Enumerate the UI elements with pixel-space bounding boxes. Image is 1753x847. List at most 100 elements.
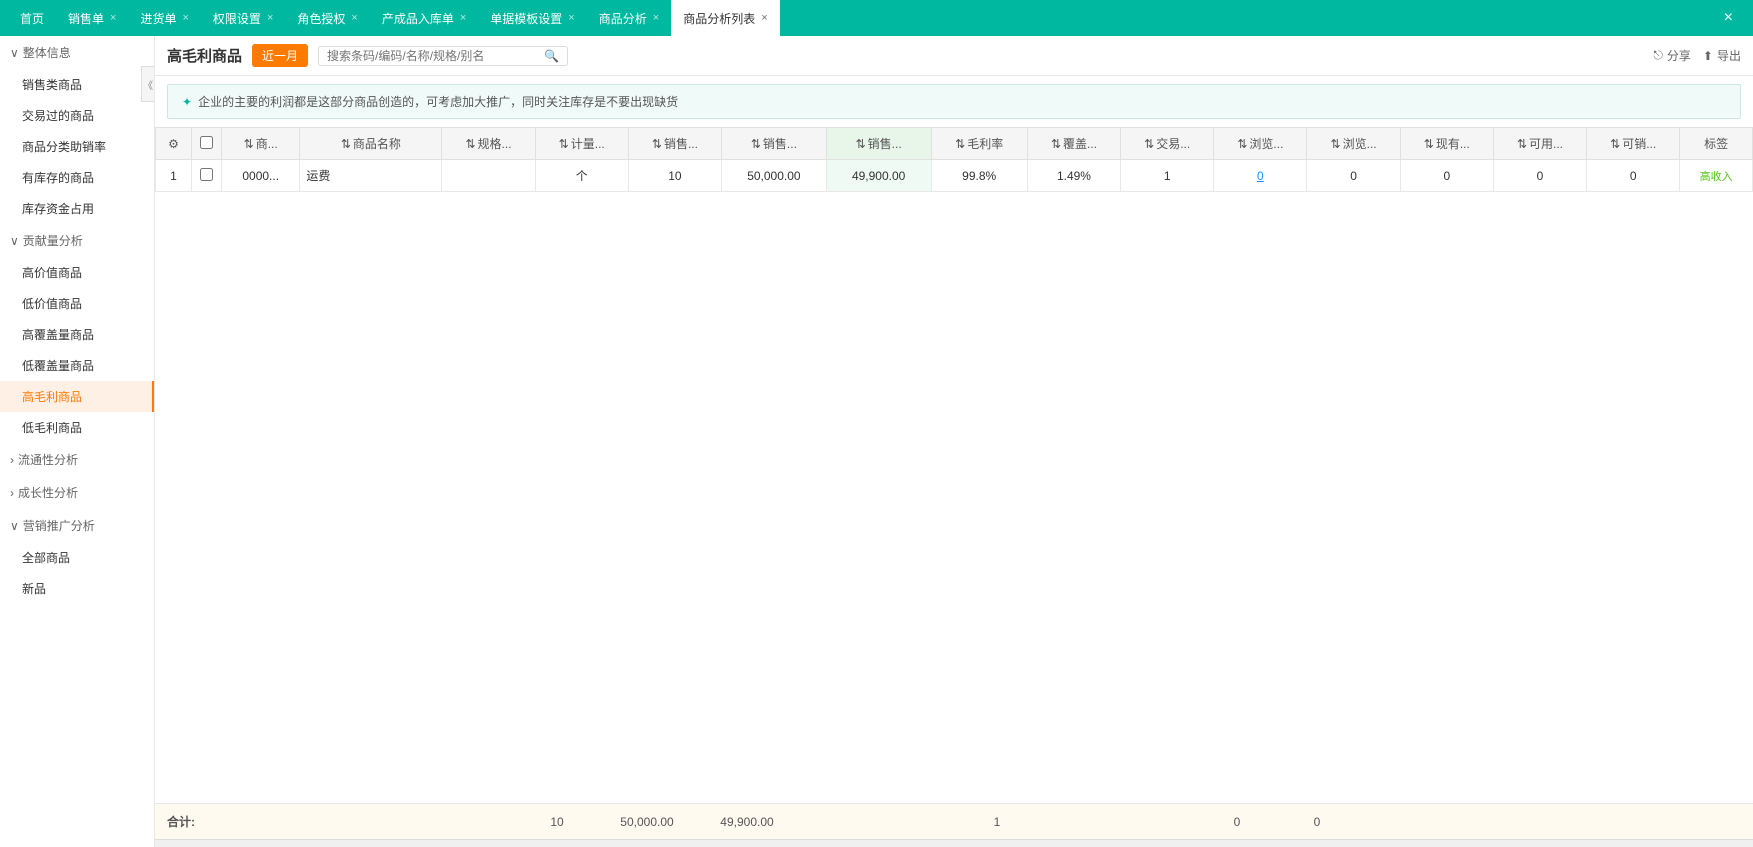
window-close-button[interactable]: × (1712, 9, 1745, 27)
sort-icon: ⇅ (1424, 137, 1434, 151)
nav-finished-goods[interactable]: 产成品入库单 × (370, 0, 478, 36)
col-spec[interactable]: ⇅规格... (442, 128, 535, 160)
share-button[interactable]: ⎋ 分享 (1653, 47, 1691, 64)
close-icon[interactable]: × (460, 12, 466, 24)
col-sales-qty[interactable]: ⇅销售... (628, 128, 721, 160)
footer-sales-amount: 50,000.00 (597, 815, 697, 829)
sidebar-item-low-margin[interactable]: 低毛利商品 (0, 412, 154, 443)
nav-role-auth[interactable]: 角色授权 × (285, 0, 369, 36)
sort-icon: ⇅ (856, 137, 866, 151)
close-icon[interactable]: × (182, 12, 188, 24)
main-container: ∨ 整体信息 销售类商品 交易过的商品 商品分类助销率 有库存的商品 库存资金占… (0, 36, 1753, 847)
info-tip: ✦ 企业的主要的利润都是这部分商品创造的，可考虑加大推广，同时关注库存是不要出现… (167, 84, 1741, 119)
export-button[interactable]: ⬆ 导出 (1703, 47, 1741, 64)
row-browse2: 0 (1307, 160, 1400, 192)
sort-icon: ⇅ (751, 137, 761, 151)
row-coverage: 1.49% (1027, 160, 1120, 192)
row-checkbox (192, 160, 222, 192)
sidebar-item-high-coverage[interactable]: 高覆盖量商品 (0, 319, 154, 350)
col-available[interactable]: ⇅可用... (1493, 128, 1586, 160)
page-title: 高毛利商品 (167, 45, 242, 66)
col-tag[interactable]: 标签 (1680, 128, 1753, 160)
row-sales-amount: 50,000.00 (722, 160, 827, 192)
row-select-checkbox[interactable] (200, 168, 213, 181)
sidebar-item-new-goods[interactable]: 新品 (0, 573, 154, 604)
col-sales-amount[interactable]: ⇅销售... (722, 128, 827, 160)
content-area: 高毛利商品 近一月 🔍 ⎋ 分享 ⬆ 导出 ✦ 企业的主要的利润都是这部分商品创… (155, 36, 1753, 847)
sidebar-item-traded-goods[interactable]: 交易过的商品 (0, 100, 154, 131)
close-icon[interactable]: × (653, 12, 659, 24)
content-header: 高毛利商品 近一月 🔍 ⎋ 分享 ⬆ 导出 (155, 36, 1753, 76)
col-sales-profit[interactable]: ⇅销售... (826, 128, 931, 160)
nav-purchase-order[interactable]: 进货单 × (128, 0, 200, 36)
col-unit[interactable]: ⇅计量... (535, 128, 628, 160)
col-browse1[interactable]: ⇅浏览... (1214, 128, 1307, 160)
nav-product-analysis-list[interactable]: 商品分析列表 × (671, 0, 779, 36)
footer-available: 0 (1277, 815, 1357, 829)
sidebar-group-marketing[interactable]: ∨ 营销推广分析 (0, 509, 154, 542)
nav-permission-settings[interactable]: 权限设置 × (201, 0, 285, 36)
sidebar-group-growth[interactable]: › 成长性分析 (0, 476, 154, 509)
close-icon[interactable]: × (351, 12, 357, 24)
footer-sales-profit: 49,900.00 (697, 815, 797, 829)
chevron-right-icon: › (10, 453, 14, 467)
col-sellable[interactable]: ⇅可销... (1587, 128, 1680, 160)
search-input[interactable] (327, 49, 544, 63)
total-label: 合计: (167, 813, 517, 830)
row-sales-qty: 10 (628, 160, 721, 192)
tip-icon: ✦ (182, 95, 192, 109)
sort-icon: ⇅ (1144, 137, 1154, 151)
sidebar-item-high-margin[interactable]: 高毛利商品 (0, 381, 154, 412)
sort-icon: ⇅ (1237, 137, 1247, 151)
row-browse1[interactable]: 0 (1214, 160, 1307, 192)
sidebar-item-high-value[interactable]: 高价值商品 (0, 257, 154, 288)
sidebar-item-low-value[interactable]: 低价值商品 (0, 288, 154, 319)
sidebar-item-sales-goods[interactable]: 销售类商品 (0, 69, 154, 100)
sidebar-group-contribution[interactable]: ∨ 贡献量分析 (0, 224, 154, 257)
sort-icon: ⇅ (341, 137, 351, 151)
close-icon[interactable]: × (110, 12, 116, 24)
share-icon: ⎋ (1653, 48, 1663, 63)
sort-icon: ⇅ (1331, 137, 1341, 151)
data-table-container: ⚙ ⇅商... ⇅商品名称 ⇅规格... (155, 127, 1753, 803)
row-unit: 个 (535, 160, 628, 192)
close-icon[interactable]: × (761, 12, 767, 24)
col-coverage[interactable]: ⇅覆盖... (1027, 128, 1120, 160)
sidebar-collapse-button[interactable]: 《 (141, 66, 155, 102)
sidebar-group-overall[interactable]: ∨ 整体信息 (0, 36, 154, 69)
nav-home[interactable]: 首页 (8, 0, 56, 36)
select-all-checkbox[interactable] (200, 136, 213, 149)
sidebar-item-category-rate[interactable]: 商品分类助销率 (0, 131, 154, 162)
chevron-down-icon: ∨ (10, 46, 19, 60)
sort-icon: ⇅ (465, 137, 475, 151)
horizontal-scrollbar[interactable] (155, 839, 1753, 847)
close-icon[interactable]: × (267, 12, 273, 24)
row-name: 运费 (300, 160, 442, 192)
close-icon[interactable]: × (568, 12, 574, 24)
footer-sales-qty: 10 (517, 815, 597, 829)
top-navigation: 首页 销售单 × 进货单 × 权限设置 × 角色授权 × 产成品入库单 × 单据… (0, 0, 1753, 36)
search-box: 🔍 (318, 46, 568, 66)
col-browse2[interactable]: ⇅浏览... (1307, 128, 1400, 160)
sidebar-item-stock-capital[interactable]: 库存资金占用 (0, 193, 154, 224)
filter-recent-month-button[interactable]: 近一月 (252, 44, 308, 67)
footer-transactions: 1 (957, 815, 1037, 829)
export-icon: ⬆ (1703, 49, 1713, 63)
col-stock[interactable]: ⇅现有... (1400, 128, 1493, 160)
row-gross-rate: 99.8% (931, 160, 1027, 192)
sidebar-item-all-goods[interactable]: 全部商品 (0, 542, 154, 573)
col-gross-rate[interactable]: ⇅毛利率 (931, 128, 1027, 160)
col-transactions[interactable]: ⇅交易... (1121, 128, 1214, 160)
row-code: 0000... (222, 160, 300, 192)
data-table: ⚙ ⇅商... ⇅商品名称 ⇅规格... (155, 127, 1753, 192)
col-settings[interactable]: ⚙ (156, 128, 192, 160)
col-name[interactable]: ⇅商品名称 (300, 128, 442, 160)
search-icon[interactable]: 🔍 (544, 49, 559, 63)
sidebar-group-liquidity[interactable]: › 流通性分析 (0, 443, 154, 476)
sidebar-item-low-coverage[interactable]: 低覆盖量商品 (0, 350, 154, 381)
nav-product-analysis[interactable]: 商品分析 × (587, 0, 671, 36)
col-code[interactable]: ⇅商... (222, 128, 300, 160)
sidebar-item-in-stock[interactable]: 有库存的商品 (0, 162, 154, 193)
nav-sales-order[interactable]: 销售单 × (56, 0, 128, 36)
nav-template-settings[interactable]: 单据模板设置 × (478, 0, 586, 36)
